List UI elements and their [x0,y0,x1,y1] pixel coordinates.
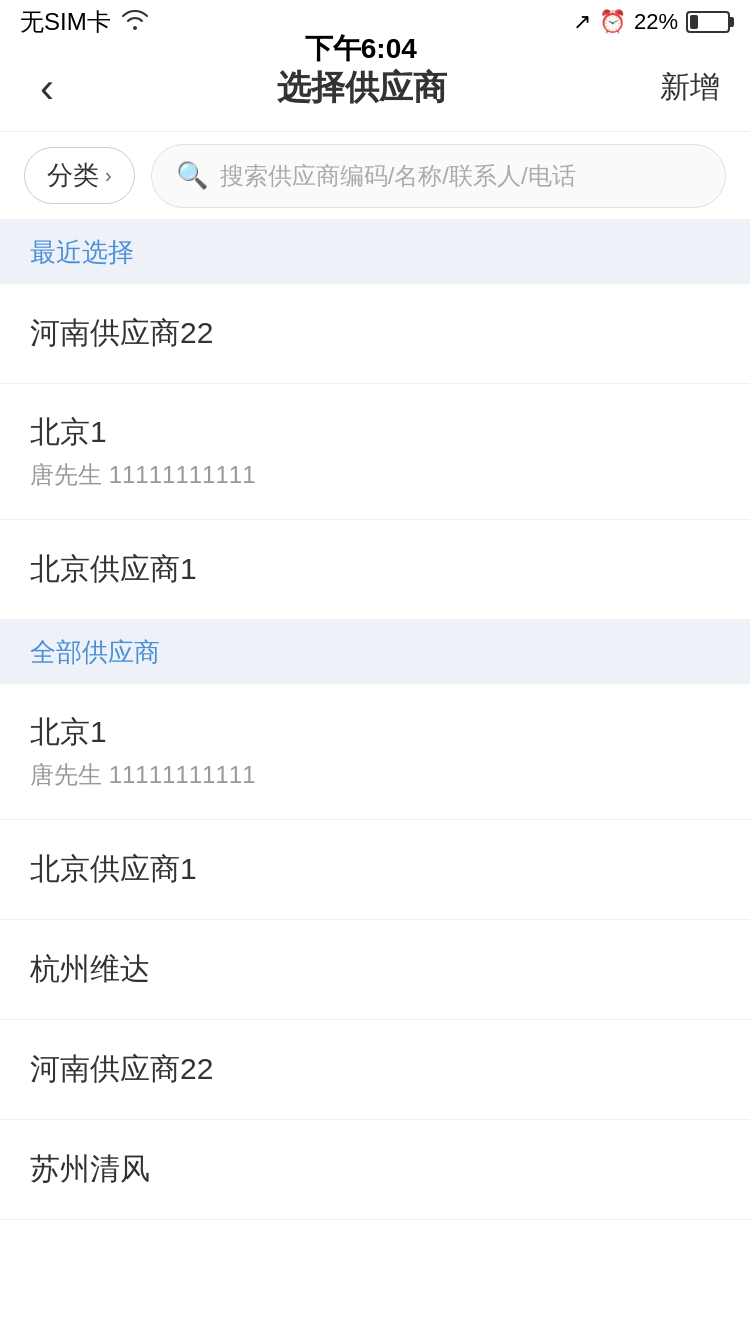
search-box[interactable]: 🔍 搜索供应商编码/名称/联系人/电话 [151,144,726,208]
item-sub-r2: 唐先生 11111111111 [30,459,720,491]
section-header-all: 全部供应商 [0,620,750,684]
category-button[interactable]: 分类 › [24,147,135,204]
search-placeholder: 搜索供应商编码/名称/联系人/电话 [220,160,576,192]
category-arrow-icon: › [105,164,112,187]
search-icon: 🔍 [176,160,208,191]
list-item-a1[interactable]: 北京1 唐先生 11111111111 [0,684,750,820]
page-title: 选择供应商 [277,65,447,111]
list-item-a4[interactable]: 河南供应商22 [0,1020,750,1120]
location-icon: ↗ [573,9,591,35]
status-bar: 无SIM卡 下午6:04 ↗ ⏰ 22% [0,0,750,44]
item-name-r1: 河南供应商22 [30,313,720,354]
list-item-a5[interactable]: 苏州清风 [0,1120,750,1220]
battery-pct: 22% [634,9,678,35]
status-right: ↗ ⏰ 22% [573,9,730,35]
wifi-icon [121,8,149,36]
filter-bar: 分类 › 🔍 搜索供应商编码/名称/联系人/电话 [0,132,750,220]
item-name-a1: 北京1 [30,712,720,753]
item-name-a3: 杭州维达 [30,949,720,990]
list-item-a2[interactable]: 北京供应商1 [0,820,750,920]
add-button[interactable]: 新增 [660,67,720,108]
item-name-r3: 北京供应商1 [30,549,720,590]
item-sub-a1: 唐先生 11111111111 [30,759,720,791]
carrier-text: 无SIM卡 [20,6,111,38]
battery-icon [686,11,730,33]
item-name-a4: 河南供应商22 [30,1049,720,1090]
section-title-recent: 最近选择 [30,235,134,270]
back-button[interactable]: ‹ [30,54,64,122]
section-header-recent: 最近选择 [0,220,750,284]
item-name-r2: 北京1 [30,412,720,453]
alarm-icon: ⏰ [599,9,626,35]
category-label: 分类 [47,158,99,193]
item-name-a5: 苏州清风 [30,1149,720,1190]
list-item-a3[interactable]: 杭州维达 [0,920,750,1020]
item-name-a2: 北京供应商1 [30,849,720,890]
status-left: 无SIM卡 [20,6,149,38]
list-item-r3[interactable]: 北京供应商1 [0,520,750,620]
list-item-r2[interactable]: 北京1 唐先生 11111111111 [0,384,750,520]
section-title-all: 全部供应商 [30,635,160,670]
supplier-list: 最近选择河南供应商22 北京1 唐先生 11111111111 北京供应商1 全部供应商… [0,220,750,1220]
list-item-r1[interactable]: 河南供应商22 [0,284,750,384]
status-time: 下午6:04 [305,30,417,68]
